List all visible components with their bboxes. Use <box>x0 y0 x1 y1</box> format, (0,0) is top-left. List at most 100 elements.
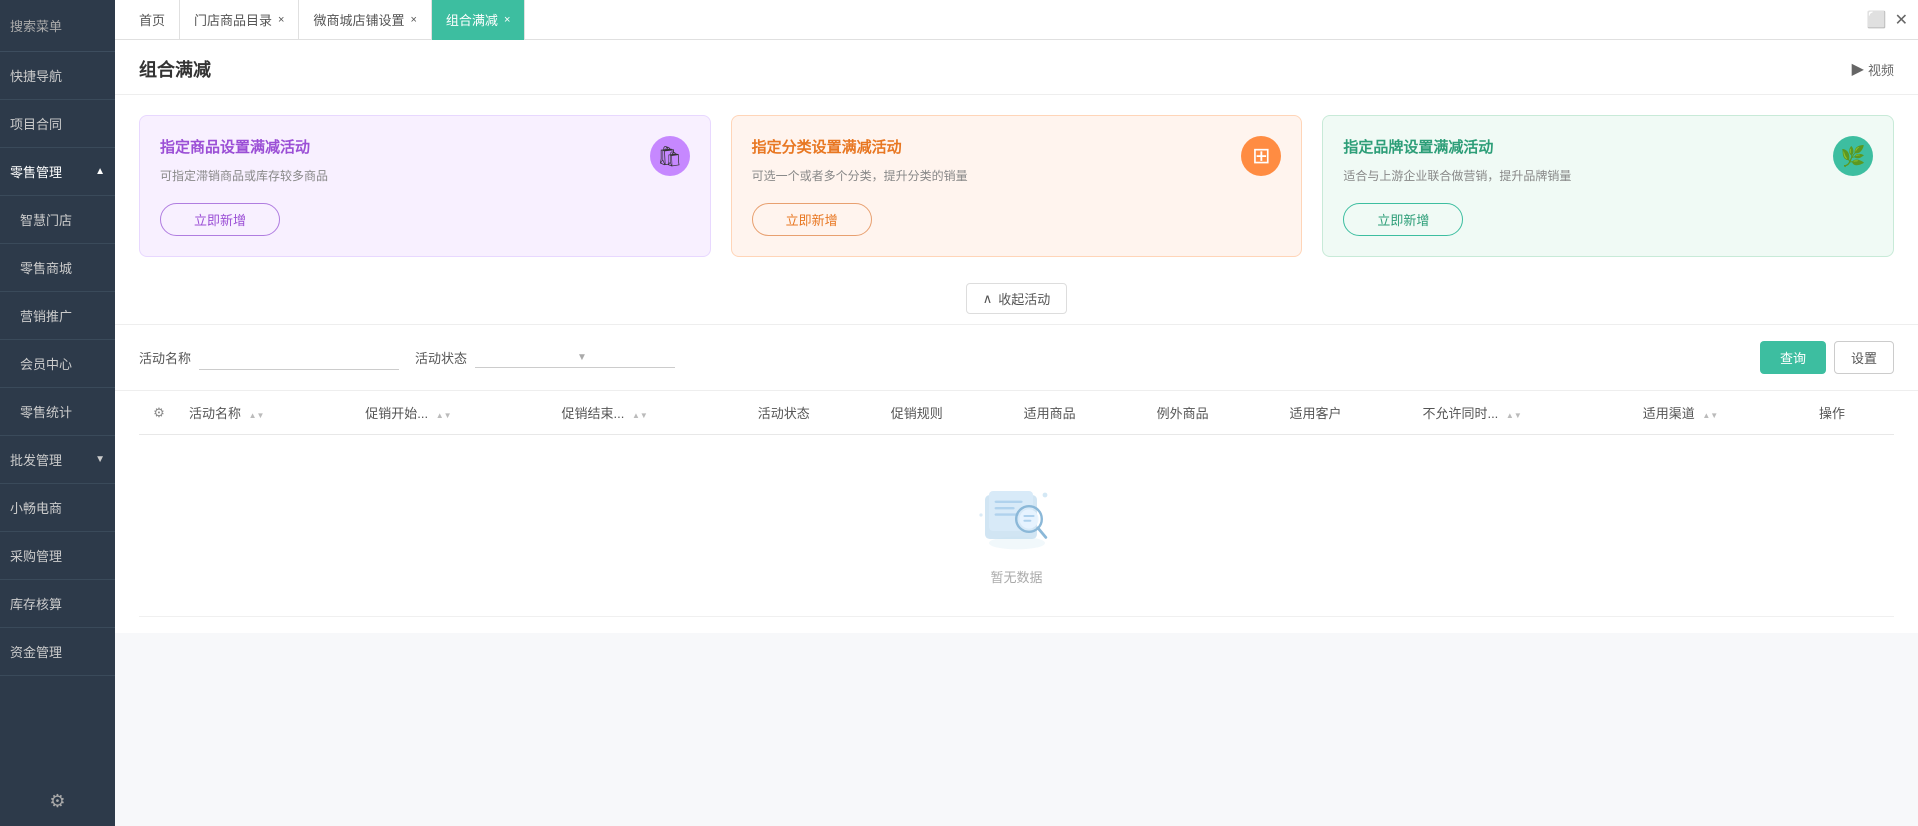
search-bar: 活动名称 活动状态 ▼ 查询 设置 <box>115 325 1918 391</box>
product-card-title: 指定商品设置满减活动 <box>160 136 690 157</box>
sort-arrows-promo-start[interactable]: ▲▼ <box>436 411 452 420</box>
tab-store-catalog[interactable]: 门店商品目录 × <box>180 0 299 40</box>
activity-name-field: 活动名称 <box>139 346 399 370</box>
sidebar-item-purchase-mgmt[interactable]: 采购管理 <box>0 532 115 580</box>
empty-state: 暂无数据 <box>139 435 1894 616</box>
sidebar-label-finance-mgmt: 资金管理 <box>10 642 62 661</box>
sidebar-label-smart-store: 智慧门店 <box>20 210 72 229</box>
sidebar-item-xiaochang-ec[interactable]: 小畅电商 <box>0 484 115 532</box>
settings-button[interactable]: 设置 <box>1834 341 1894 374</box>
gear-icon: ⚙ <box>49 791 65 811</box>
col-applicable-customer: 适用客户 <box>1280 391 1413 435</box>
tab-home-label: 首页 <box>139 10 165 29</box>
sidebar-item-smart-store[interactable]: 智慧门店 <box>0 196 115 244</box>
col-exception-goods-label: 例外商品 <box>1157 406 1209 421</box>
retail-mgmt-arrow: ▲ <box>95 166 105 177</box>
brand-card-icon: 🌿 <box>1833 136 1873 176</box>
window-controls: ⬜ ✕ <box>1867 10 1908 30</box>
col-promo-start-label: 促销开始... <box>365 406 428 421</box>
col-activity-name-label: 活动名称 <box>189 406 241 421</box>
tab-wechat-store-close[interactable]: × <box>410 14 416 26</box>
col-activity-status: 活动状态 <box>748 391 881 435</box>
product-card-add-button[interactable]: 立即新增 <box>160 203 280 236</box>
table-header-row: ⚙ 活动名称 ▲▼ 促销开始... ▲▼ 促销结束... <box>139 391 1894 435</box>
sort-arrows-no-concurrent[interactable]: ▲▼ <box>1506 411 1522 420</box>
empty-state-illustration <box>967 475 1067 555</box>
col-applicable-goods: 适用商品 <box>1014 391 1147 435</box>
sidebar-item-retail-stats[interactable]: 零售统计 <box>0 388 115 436</box>
sidebar-item-marketing[interactable]: 营销推广 <box>0 292 115 340</box>
sidebar-label-project-contract: 项目合同 <box>10 114 62 133</box>
product-promo-card: 🛍 指定商品设置满减活动 可指定滞销商品或库存较多商品 立即新增 <box>139 115 711 257</box>
sidebar-item-retail-mall[interactable]: 零售商城 <box>0 244 115 292</box>
main-area: 首页 门店商品目录 × 微商城店铺设置 × 组合满减 × ⬜ ✕ 组合满减 ▶ … <box>115 0 1918 826</box>
col-operation-label: 操作 <box>1819 406 1845 421</box>
sidebar-label-inventory-calc: 库存核算 <box>10 594 62 613</box>
col-activity-status-label: 活动状态 <box>758 406 810 421</box>
category-promo-card: ⊞ 指定分类设置满减活动 可选一个或者多个分类，提升分类的销量 立即新增 <box>731 115 1303 257</box>
table-wrapper: ⚙ 活动名称 ▲▼ 促销开始... ▲▼ 促销结束... <box>115 391 1918 633</box>
col-exception-goods: 例外商品 <box>1147 391 1280 435</box>
collapse-activities-button[interactable]: ∧ 收起活动 <box>966 283 1068 314</box>
brand-card-title: 指定品牌设置满减活动 <box>1343 136 1873 157</box>
sidebar-item-finance-mgmt[interactable]: 资金管理 <box>0 628 115 676</box>
search-actions: 查询 设置 <box>1760 341 1894 374</box>
play-circle-icon: ▶ <box>1852 59 1864 79</box>
tab-home[interactable]: 首页 <box>125 0 180 40</box>
chevron-up-icon: ∧ <box>983 291 993 307</box>
brand-promo-card: 🌿 指定品牌设置满减活动 适合与上游企业联合做营销，提升品牌销量 立即新增 <box>1322 115 1894 257</box>
category-card-title: 指定分类设置满减活动 <box>752 136 1282 157</box>
col-promo-rules: 促销规则 <box>881 391 1014 435</box>
sidebar-item-wholesale-mgmt[interactable]: 批发管理 ▼ <box>0 436 115 484</box>
tab-combo-discount[interactable]: 组合满减 × <box>432 0 525 40</box>
col-settings: ⚙ <box>139 391 179 435</box>
category-card-add-button[interactable]: 立即新增 <box>752 203 872 236</box>
sidebar-item-member-center[interactable]: 会员中心 <box>0 340 115 388</box>
table-body: 暂无数据 <box>139 435 1894 617</box>
tab-bar: 首页 门店商品目录 × 微商城店铺设置 × 组合满减 × ⬜ ✕ <box>115 0 1918 40</box>
col-no-concurrent: 不允许同时... ▲▼ <box>1412 391 1632 435</box>
maximize-button[interactable]: ⬜ <box>1867 10 1887 30</box>
tab-wechat-store-label: 微商城店铺设置 <box>313 10 404 29</box>
close-button[interactable]: ✕ <box>1895 10 1908 30</box>
wholesale-mgmt-arrow: ▼ <box>95 454 105 465</box>
tab-store-catalog-close[interactable]: × <box>278 14 284 26</box>
activity-name-label: 活动名称 <box>139 348 191 367</box>
col-promo-start: 促销开始... ▲▼ <box>355 391 551 435</box>
sidebar-item-retail-mgmt[interactable]: 零售管理 ▲ <box>0 148 115 196</box>
sort-arrows-activity-name[interactable]: ▲▼ <box>249 411 265 420</box>
sidebar-item-quick-nav[interactable]: 快捷导航 <box>0 52 115 100</box>
col-applicable-customer-label: 适用客户 <box>1290 406 1342 421</box>
col-promo-end: 促销结束... ▲▼ <box>552 391 748 435</box>
sort-arrows-promo-end[interactable]: ▲▼ <box>632 411 648 420</box>
sidebar-label-retail-stats: 零售统计 <box>20 402 72 421</box>
sort-arrows-applicable-channel[interactable]: ▲▼ <box>1702 411 1718 420</box>
page-header: 组合满减 ▶ 视频 <box>115 40 1918 95</box>
col-applicable-goods-label: 适用商品 <box>1024 406 1076 421</box>
chevron-down-icon: ▼ <box>577 352 667 363</box>
sidebar-label-wholesale-mgmt: 批发管理 <box>10 450 62 469</box>
activity-name-input[interactable] <box>199 346 399 370</box>
collapse-bar: ∧ 收起活动 <box>115 273 1918 325</box>
query-button[interactable]: 查询 <box>1760 341 1826 374</box>
page-title: 组合满减 <box>139 56 211 82</box>
collapse-label: 收起活动 <box>998 289 1050 308</box>
brand-card-desc: 适合与上游企业联合做营销，提升品牌销量 <box>1343 167 1873 185</box>
sidebar-item-project-contract[interactable]: 项目合同 <box>0 100 115 148</box>
tab-combo-discount-close[interactable]: × <box>504 14 510 26</box>
sidebar-settings-icon[interactable]: ⚙ <box>0 777 115 826</box>
tab-wechat-store[interactable]: 微商城店铺设置 × <box>299 0 431 40</box>
brand-card-add-button[interactable]: 立即新增 <box>1343 203 1463 236</box>
empty-state-row: 暂无数据 <box>139 435 1894 617</box>
col-applicable-channel-label: 适用渠道 <box>1643 406 1695 421</box>
col-promo-end-label: 促销结束... <box>562 406 625 421</box>
sidebar: 搜索菜单 快捷导航 项目合同 零售管理 ▲ 智慧门店 零售商城 营销推广 会员中… <box>0 0 115 826</box>
sidebar-label-retail-mgmt: 零售管理 <box>10 162 62 181</box>
video-button[interactable]: ▶ 视频 <box>1852 59 1894 79</box>
activity-status-select[interactable]: ▼ <box>475 348 675 368</box>
activity-table: ⚙ 活动名称 ▲▼ 促销开始... ▲▼ 促销结束... <box>139 391 1894 617</box>
column-settings-icon[interactable]: ⚙ <box>153 405 165 421</box>
sidebar-search[interactable]: 搜索菜单 <box>0 0 115 52</box>
sidebar-item-inventory-calc[interactable]: 库存核算 <box>0 580 115 628</box>
tab-combo-discount-label: 组合满减 <box>446 10 498 29</box>
